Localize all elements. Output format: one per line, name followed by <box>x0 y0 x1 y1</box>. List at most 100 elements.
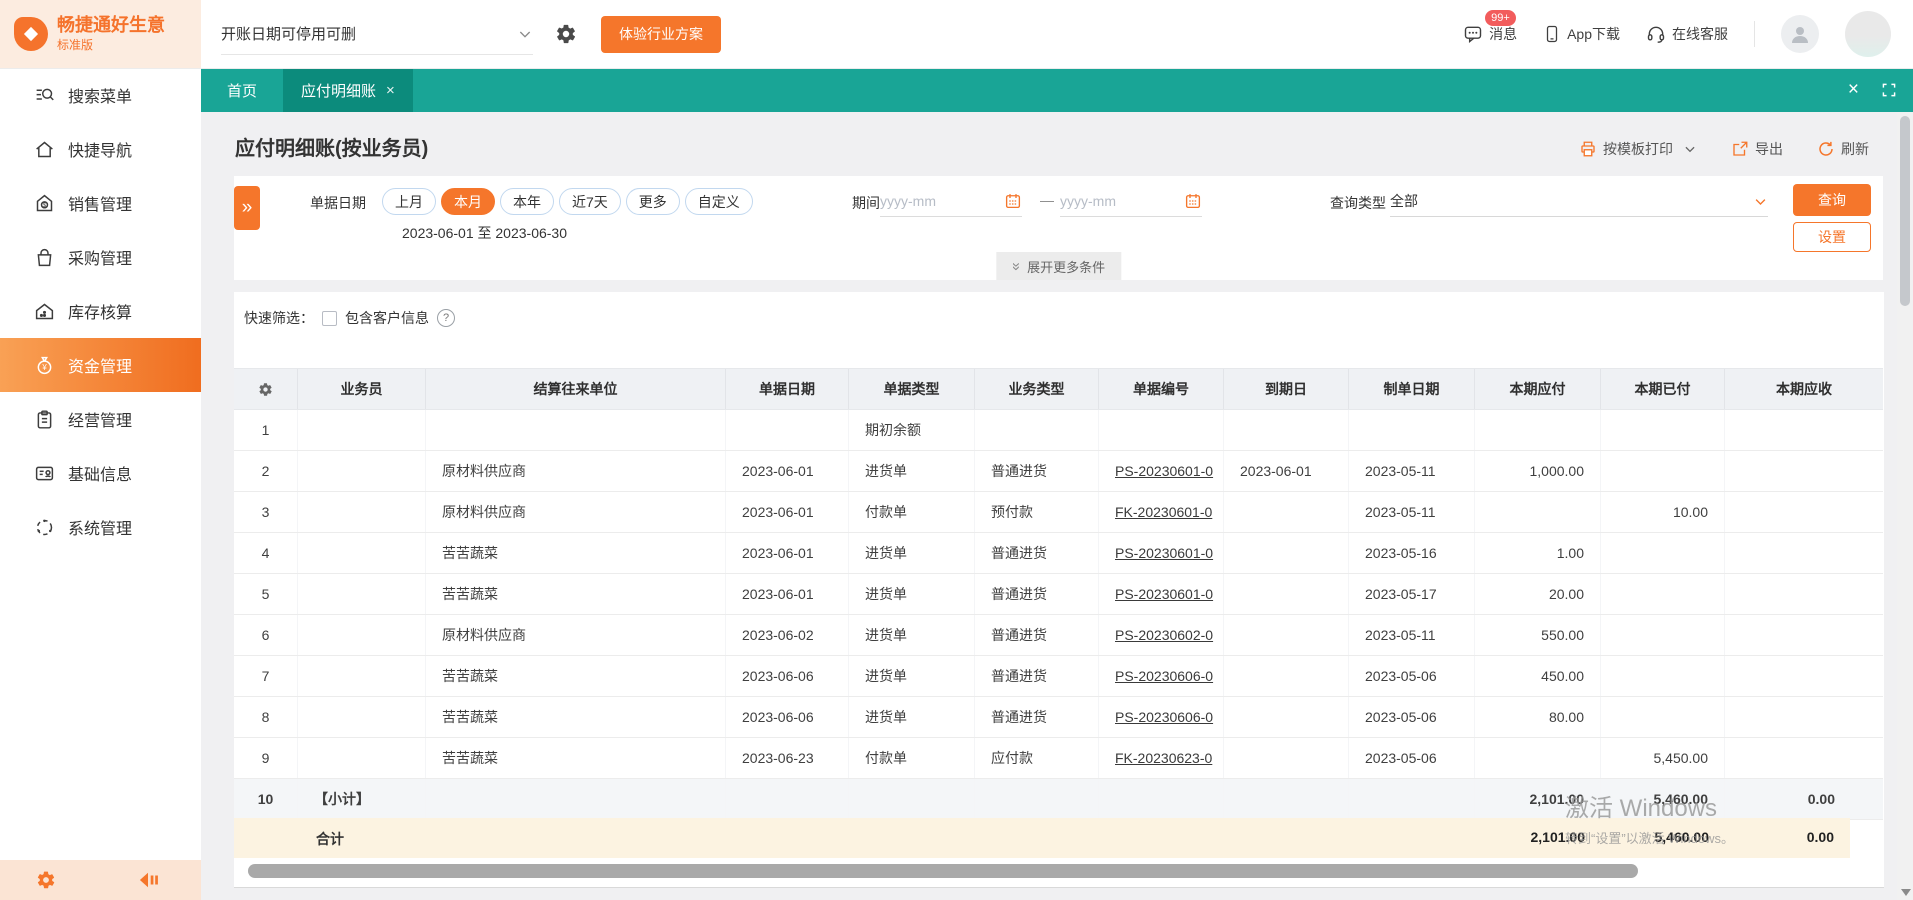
brand-title: 畅捷通好生意 <box>57 15 165 35</box>
column-header: 业务类型 <box>975 369 1099 409</box>
refresh-button[interactable]: 刷新 <box>1817 139 1869 159</box>
doc-no-link[interactable]: PS-20230606-0 <box>1115 668 1213 684</box>
fullscreen-icon[interactable] <box>1881 82 1897 98</box>
filter-settings-button[interactable]: 设置 <box>1793 222 1871 252</box>
user-avatar[interactable] <box>1781 15 1819 53</box>
horizontal-scrollbar-thumb[interactable] <box>248 864 1638 878</box>
sidebar-item-search-menu[interactable]: 搜索菜单 <box>0 68 201 122</box>
tab-payable-ledger[interactable]: 应付明细账 × <box>283 68 413 112</box>
sidebar-item-funds[interactable]: ¥ 资金管理 <box>0 338 201 392</box>
doc-no-link[interactable]: FK-20230623-0 <box>1115 750 1212 766</box>
online-support-label: 在线客服 <box>1672 26 1728 42</box>
date-range-pill[interactable]: 本月 <box>441 188 495 215</box>
query-type-select[interactable]: 全部 <box>1390 186 1768 217</box>
table-cell: FK-20230623-0 <box>1099 738 1224 778</box>
date-range-pill[interactable]: 本年 <box>500 188 554 215</box>
vertical-scrollbar-thumb[interactable] <box>1900 116 1910 306</box>
table-cell: 2023-06-01 <box>1224 451 1349 491</box>
company-avatar[interactable] <box>1845 11 1891 57</box>
tab-close-icon[interactable]: × <box>386 83 395 98</box>
messages-button[interactable]: 99+ 消息 <box>1463 10 1517 44</box>
period-start-input[interactable]: yyyy-mm <box>880 186 1022 217</box>
messages-badge: 99+ <box>1485 10 1516 26</box>
table-cell: 普通进货 <box>975 451 1099 491</box>
online-support-button[interactable]: 在线客服 <box>1646 24 1728 44</box>
table-row: 2 原材料供应商 2023-06-01 进货单 普通进货 PS-20230601-0 202… <box>234 451 1883 492</box>
sidebar-item-sales[interactable]: $ 销售管理 <box>0 176 201 230</box>
purchase-icon <box>34 247 55 268</box>
table-row: 8 苦苦蔬菜 2023-06-06 进货单 普通进货 PS-20230606-0 2023-… <box>234 697 1883 738</box>
sidebar-footer <box>0 860 201 900</box>
sidebar-item-base-info[interactable]: 基础信息 <box>0 446 201 500</box>
calendar-icon[interactable] <box>1184 192 1202 210</box>
row-number: 6 <box>234 615 298 655</box>
sidebar-item-inventory[interactable]: 库存核算 <box>0 284 201 338</box>
date-range-pill[interactable]: 上月 <box>382 188 436 215</box>
doc-no-link[interactable]: PS-20230601-0 <box>1115 586 1213 602</box>
doc-no-link[interactable]: PS-20230602-0 <box>1115 627 1213 643</box>
doc-no-link[interactable]: FK-20230601-0 <box>1115 504 1212 520</box>
doc-no-link[interactable]: PS-20230606-0 <box>1115 709 1213 725</box>
include-customer-label: 包含客户信息 <box>345 310 429 326</box>
sidebar-item-operations[interactable]: 经营管理 <box>0 392 201 446</box>
calendar-icon[interactable] <box>1004 192 1022 210</box>
period-label: 期间 <box>852 195 880 211</box>
row-number: 1 <box>234 410 298 450</box>
app-download-button[interactable]: App下载 <box>1543 24 1620 44</box>
app-window: 畅捷通好生意 标准版 开账日期可停用可删 体验行业方案 99+ 消息 App下载… <box>0 0 1913 900</box>
table-cell <box>975 410 1099 450</box>
period-end-input[interactable]: yyyy-mm <box>1060 186 1202 217</box>
table-cell: 2023-05-11 <box>1349 492 1475 532</box>
chevron-down-icon <box>1755 198 1766 205</box>
scroll-down-arrow-icon[interactable] <box>1901 889 1911 896</box>
date-range-pill[interactable]: 更多 <box>625 188 680 215</box>
sidebar-item-label: 搜索菜单 <box>68 89 133 106</box>
collapse-sidebar-icon[interactable] <box>137 871 159 889</box>
table-cell <box>1725 738 1883 778</box>
doc-no-link[interactable]: PS-20230601-0 <box>1115 463 1213 479</box>
row-number: 8 <box>234 697 298 737</box>
table-cell: 2023-06-01 <box>726 574 849 614</box>
table-cell <box>426 779 726 819</box>
export-button[interactable]: 导出 <box>1731 139 1783 159</box>
date-range-pill[interactable]: 近7天 <box>559 188 621 215</box>
sidebar-item-quick-nav[interactable]: 快捷导航 <box>0 122 201 176</box>
query-type-label: 查询类型 <box>1330 195 1386 211</box>
close-icon[interactable]: × <box>1848 79 1859 101</box>
table-cell: 普通进货 <box>975 656 1099 696</box>
table-cell <box>1224 779 1349 819</box>
doc-no-link[interactable]: PS-20230601-0 <box>1115 545 1213 561</box>
filter-collapse-tab[interactable]: » <box>234 186 260 230</box>
tab-bar: 首页 应付明细账 × × <box>201 68 1913 112</box>
table-cell <box>1725 451 1883 491</box>
table-cell <box>298 738 426 778</box>
column-header: 制单日期 <box>1349 369 1475 409</box>
table-cell <box>1725 615 1883 655</box>
table-cell: 2023-06-02 <box>726 615 849 655</box>
sidebar-settings-icon[interactable] <box>36 870 56 890</box>
industry-solution-button[interactable]: 体验行业方案 <box>601 15 721 53</box>
data-table: 业务员 结算往来单位 单据日期 单据类型 业务类型 单据编号 到期日 制单日期 本期应付 本期已付… <box>234 368 1883 820</box>
table-row: 9 苦苦蔬菜 2023-06-23 付款单 应付款 FK-20230623-0 2023-0… <box>234 738 1883 779</box>
include-customer-checkbox[interactable] <box>322 310 337 326</box>
table-cell <box>1099 410 1224 450</box>
sidebar-item-system[interactable]: 系统管理 <box>0 500 201 554</box>
column-header: 本期已付 <box>1601 369 1725 409</box>
logo-block: 畅捷通好生意 标准版 <box>0 0 201 68</box>
tab-home[interactable]: 首页 <box>201 68 283 112</box>
column-settings-button[interactable] <box>234 369 298 409</box>
expand-more-conditions[interactable]: » 展开更多条件 <box>995 252 1122 280</box>
row-number: 2 <box>234 451 298 491</box>
date-range-value: 2023-06-01 至 2023-06-30 <box>402 225 568 241</box>
table-cell: 10.00 <box>1601 492 1725 532</box>
chevron-down-icon[interactable] <box>1683 142 1697 156</box>
account-set-value: 开账日期可停用可删 <box>221 26 357 43</box>
table-cell: 付款单 <box>849 738 975 778</box>
sidebar-item-purchase[interactable]: 采购管理 <box>0 230 201 284</box>
account-set-select[interactable]: 开账日期可停用可删 <box>221 14 533 55</box>
print-by-template-button[interactable]: 按模板打印 <box>1579 139 1673 159</box>
settings-gear-icon[interactable] <box>555 23 577 45</box>
help-icon[interactable]: ? <box>437 309 455 327</box>
search-button[interactable]: 查询 <box>1793 184 1871 216</box>
date-range-pill[interactable]: 自定义 <box>684 188 753 215</box>
